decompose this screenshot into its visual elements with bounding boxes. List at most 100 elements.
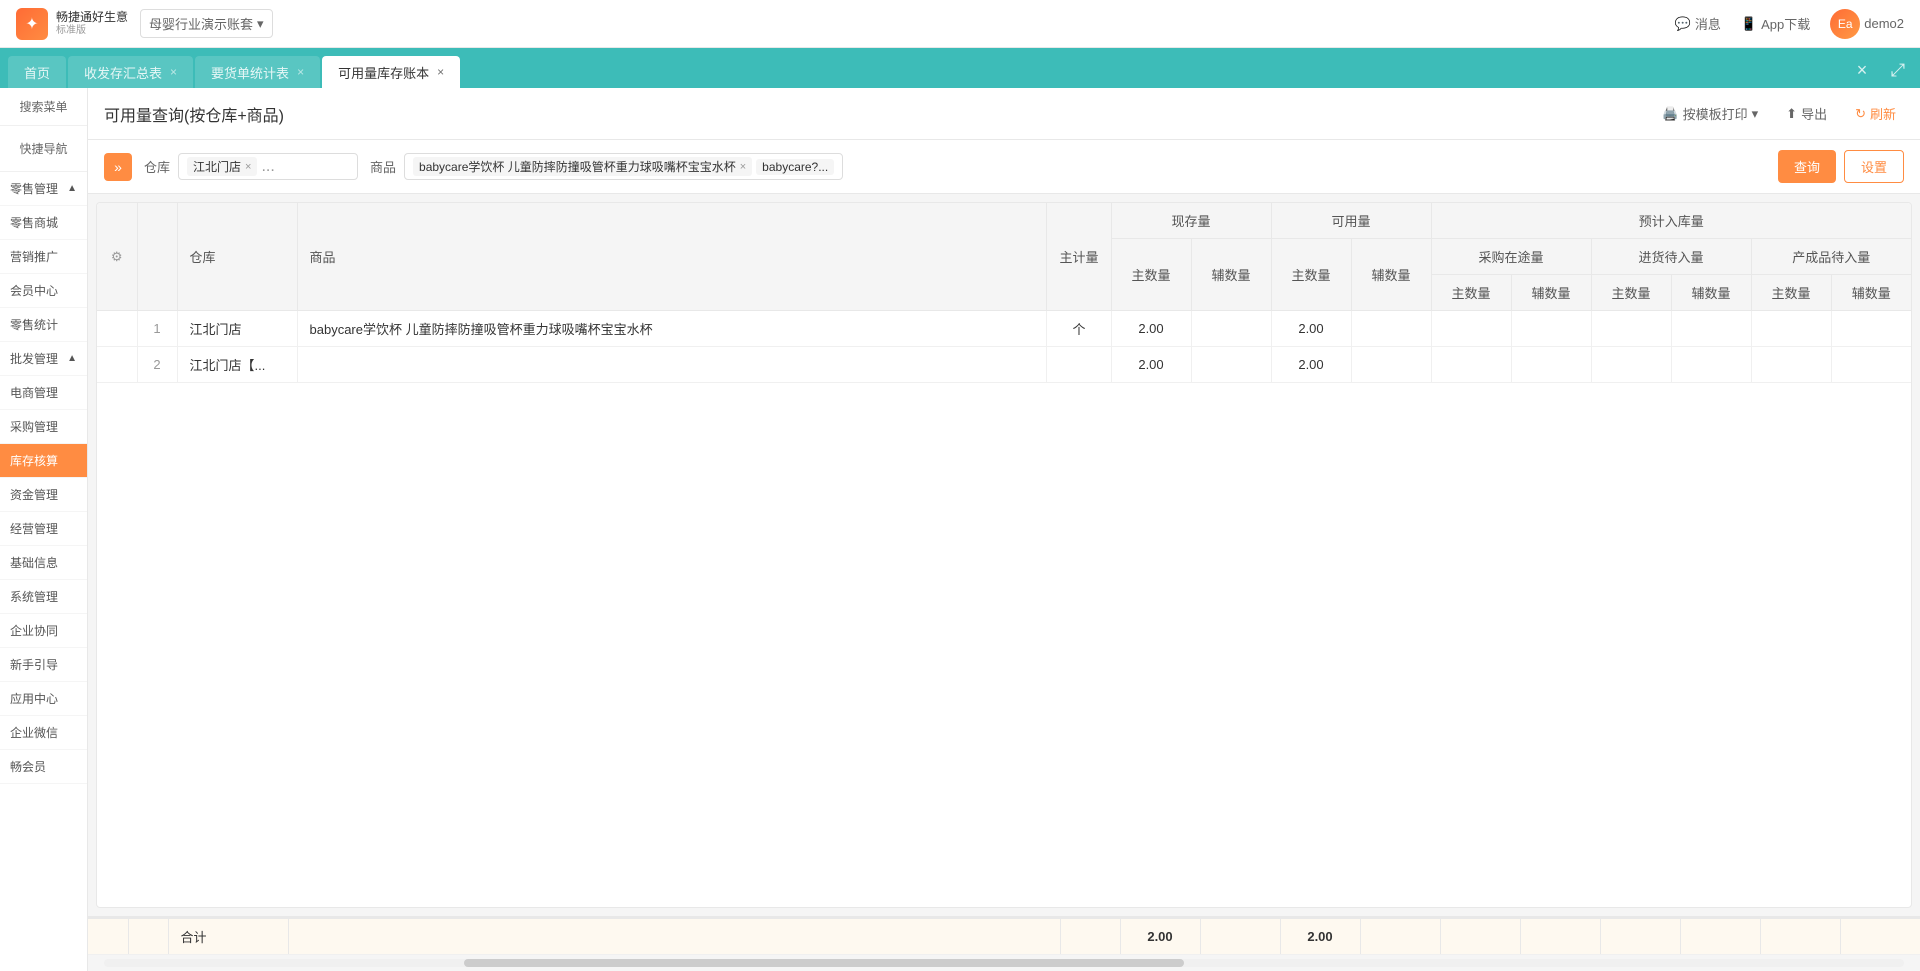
sidebar-item-inventory[interactable]: 库存核算	[0, 444, 87, 478]
row-inbound-main	[1591, 311, 1671, 347]
top-bar: ✦ 畅捷通好生意 标准版 母婴行业演示账套 ▾ 💬 消息 📱 App下载 Ea …	[0, 0, 1920, 48]
row-settings[interactable]	[97, 311, 137, 347]
row-product	[297, 347, 1047, 383]
sidebar-item-new-guide[interactable]: 新手引导	[0, 648, 87, 682]
summary-purchase-aux	[1520, 918, 1600, 955]
row-current-aux	[1191, 311, 1271, 347]
maximize-btn[interactable]: ⤢	[1884, 56, 1912, 84]
tab-close-order[interactable]: ×	[297, 65, 304, 79]
tab-close-available[interactable]: ×	[437, 65, 444, 79]
print-icon: 🖨️	[1662, 106, 1678, 122]
product-tag-1-close[interactable]: ×	[740, 161, 746, 173]
logo-area: ✦ 畅捷通好生意 标准版	[16, 8, 128, 40]
row-purchase-aux	[1511, 311, 1591, 347]
summary-production-main	[1760, 918, 1840, 955]
th-production-aux: 辅数量	[1831, 275, 1911, 311]
refresh-icon: ↻	[1855, 106, 1866, 122]
warehouse-input[interactable]: 江北门店 × ...	[178, 153, 358, 180]
summary-purchase-main	[1440, 918, 1520, 955]
filter-bar: » 仓库 江北门店 × ... 商品 babycare学饮杯 儿童防摔防撞吸管杯…	[88, 140, 1920, 194]
warehouse-filter: 仓库 江北门店 × ...	[144, 153, 358, 180]
row-current-main: 2.00	[1111, 311, 1191, 347]
th-inbound-group: 进货待入量	[1591, 239, 1751, 275]
row-production-main	[1751, 311, 1831, 347]
tab-available[interactable]: 可用量库存账本 ×	[322, 56, 460, 88]
th-production-main: 主数量	[1751, 275, 1831, 311]
sidebar-item-purchase[interactable]: 采购管理	[0, 410, 87, 444]
th-index	[137, 203, 177, 311]
sidebar-item-vip[interactable]: 畅会员	[0, 750, 87, 784]
sidebar-item-ecommerce[interactable]: 电商管理	[0, 376, 87, 410]
th-current-main: 主数量	[1111, 239, 1191, 311]
row-production-aux	[1831, 347, 1911, 383]
row-available-main: 2.00	[1271, 311, 1351, 347]
sidebar-item-basic-info[interactable]: 基础信息	[0, 546, 87, 580]
th-production-group: 产成品待入量	[1751, 239, 1911, 275]
app-download-btn[interactable]: 📱 App下载	[1741, 14, 1810, 33]
sidebar-item-retail-stats[interactable]: 零售统计	[0, 308, 87, 342]
page-header: 可用量查询(按仓库+商品) 🖨️ 按模板打印 ▾ ⬆ 导出 ↻ 刷新	[88, 88, 1920, 140]
sidebar-quick-nav[interactable]: 快捷导航	[0, 126, 87, 172]
summary-available-main: 2.00	[1280, 918, 1360, 955]
chevron-icon: ▲	[67, 183, 77, 194]
tab-order[interactable]: 要货单统计表 ×	[195, 56, 320, 88]
row-purchase-aux	[1511, 347, 1591, 383]
th-warehouse: 仓库	[177, 203, 297, 311]
horizontal-scrollbar[interactable]	[104, 959, 1904, 967]
sidebar-item-app-center[interactable]: 应用中心	[0, 682, 87, 716]
row-available-aux	[1351, 347, 1431, 383]
sidebar-item-wholesale-mgmt[interactable]: 批发管理 ▲	[0, 342, 87, 376]
filter-toggle-btn[interactable]: »	[104, 153, 132, 181]
tab-receive[interactable]: 收发存汇总表 ×	[68, 56, 193, 88]
print-template-btn[interactable]: 🖨️ 按模板打印 ▾	[1654, 100, 1766, 127]
export-icon: ⬆	[1786, 106, 1797, 122]
th-settings[interactable]: ⚙	[97, 203, 137, 311]
summary-label: 合计	[168, 918, 288, 955]
avatar: Ea	[1830, 9, 1860, 39]
sidebar-search[interactable]: 搜索菜单	[0, 88, 87, 126]
warehouse-tag-close[interactable]: ×	[245, 161, 251, 173]
tab-close-receive[interactable]: ×	[170, 65, 177, 79]
warehouse-tag: 江北门店 ×	[187, 157, 257, 176]
warehouse-label: 仓库	[144, 157, 170, 176]
sidebar-item-enterprise[interactable]: 企业协同	[0, 614, 87, 648]
row-current-main: 2.00	[1111, 347, 1191, 383]
th-available-main: 主数量	[1271, 239, 1351, 311]
message-btn[interactable]: 💬 消息	[1675, 14, 1721, 33]
chevron-icon: ▲	[67, 353, 77, 364]
sidebar-item-operations[interactable]: 经营管理	[0, 512, 87, 546]
th-purchase-main: 主数量	[1431, 275, 1511, 311]
close-window-btn[interactable]: ×	[1848, 56, 1876, 84]
sidebar-item-wechat[interactable]: 企业微信	[0, 716, 87, 750]
product-input[interactable]: babycare学饮杯 儿童防摔防撞吸管杯重力球吸嘴杯宝宝水杯 × babyca…	[404, 153, 843, 180]
settings-button[interactable]: 设置	[1844, 150, 1904, 183]
export-btn[interactable]: ⬆ 导出	[1778, 100, 1835, 127]
top-bar-left: ✦ 畅捷通好生意 标准版 母婴行业演示账套 ▾	[16, 8, 273, 40]
logo-icon: ✦	[16, 8, 48, 40]
tab-bar-actions: × ⤢	[1848, 56, 1912, 88]
company-selector[interactable]: 母婴行业演示账套 ▾	[140, 9, 273, 38]
row-inbound-aux	[1671, 311, 1751, 347]
main-layout: 搜索菜单 快捷导航 零售管理 ▲ 零售商城 营销推广 会员中心 零售统计 批发管…	[0, 88, 1920, 971]
sidebar-item-member[interactable]: 会员中心	[0, 274, 87, 308]
row-warehouse: 江北门店【...	[177, 347, 297, 383]
user-menu[interactable]: Ea demo2	[1830, 9, 1904, 39]
more-btn[interactable]: ...	[261, 158, 274, 176]
query-button[interactable]: 查询	[1778, 150, 1836, 183]
summary-current-aux	[1200, 918, 1280, 955]
sidebar-item-system[interactable]: 系统管理	[0, 580, 87, 614]
sidebar-item-finance[interactable]: 资金管理	[0, 478, 87, 512]
scrollbar-thumb[interactable]	[464, 959, 1184, 967]
row-purchase-main	[1431, 347, 1511, 383]
row-production-main	[1751, 347, 1831, 383]
refresh-btn[interactable]: ↻ 刷新	[1847, 100, 1904, 127]
sidebar-item-retail-mgmt[interactable]: 零售管理 ▲	[0, 172, 87, 206]
th-forecast-group: 预计入库量	[1431, 203, 1911, 239]
sidebar-item-marketing[interactable]: 营销推广	[0, 240, 87, 274]
tab-home[interactable]: 首页	[8, 56, 66, 88]
sidebar-item-retail-mall[interactable]: 零售商城	[0, 206, 87, 240]
th-inbound-aux: 辅数量	[1671, 275, 1751, 311]
row-settings[interactable]	[97, 347, 137, 383]
dropdown-icon: ▾	[1752, 106, 1759, 122]
table-row: 1 江北门店 babycare学饮杯 儿童防摔防撞吸管杯重力球吸嘴杯宝宝水杯 个…	[97, 311, 1911, 347]
